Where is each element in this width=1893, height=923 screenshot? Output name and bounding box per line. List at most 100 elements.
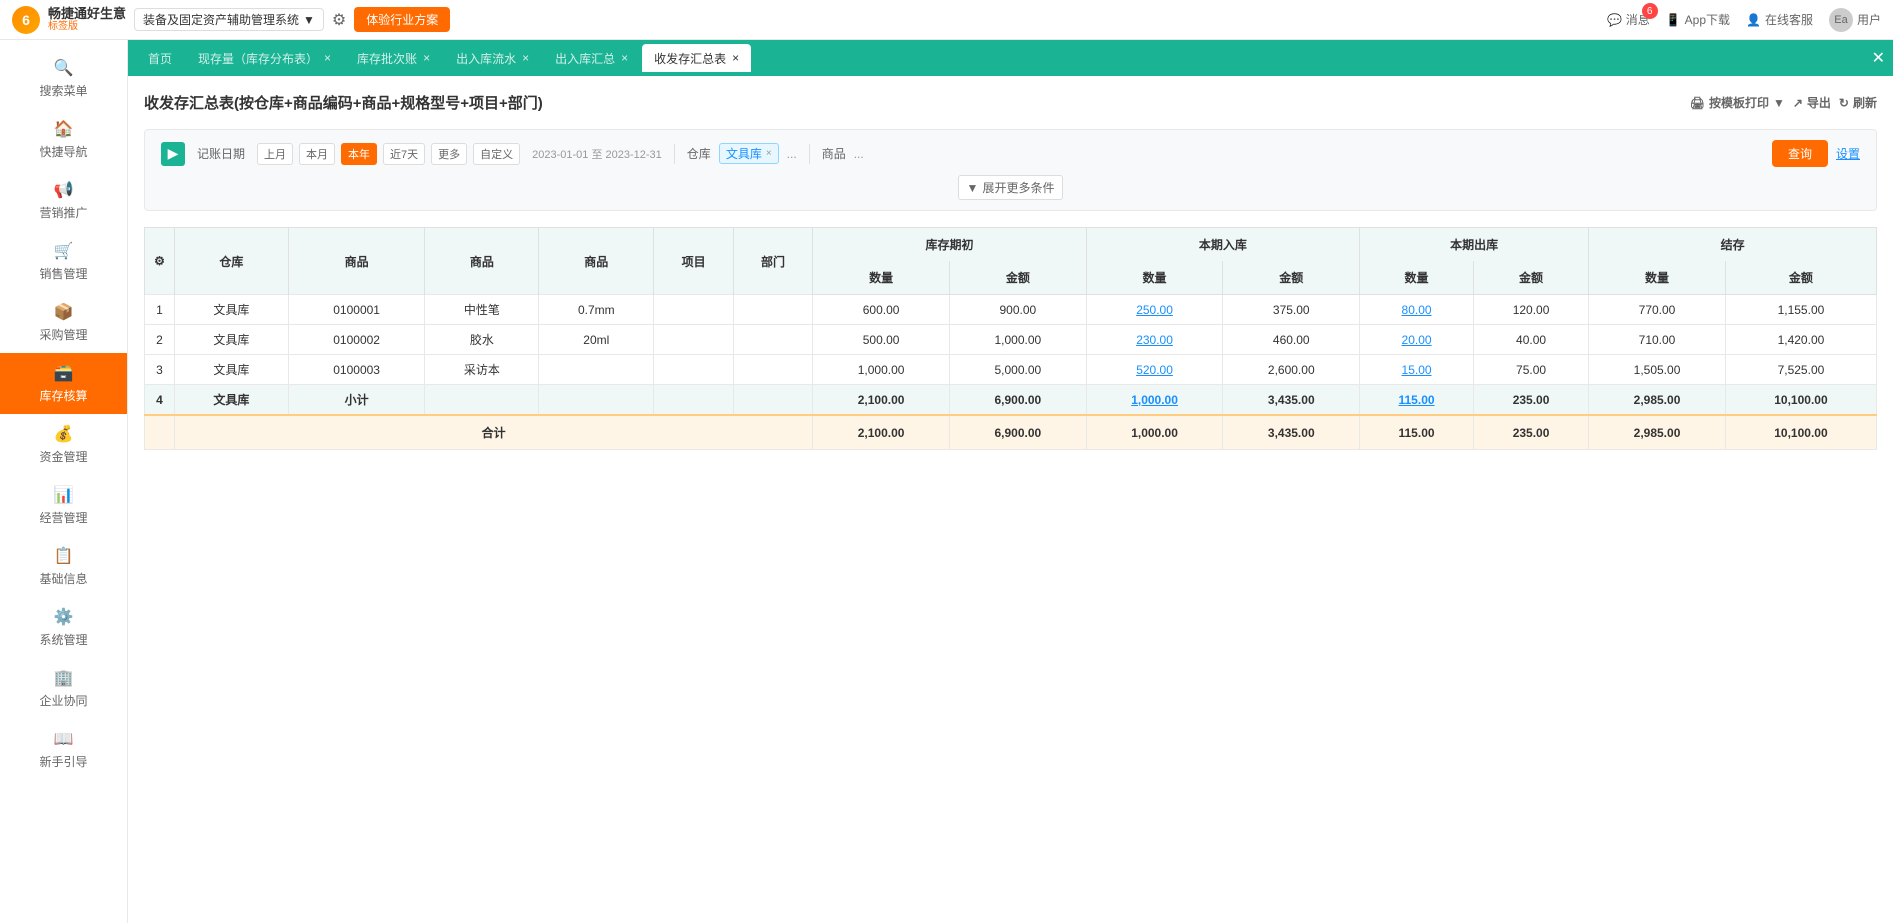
total-row: 合计 2,100.00 6,900.00 1,000.00 3,435.00 1… xyxy=(145,415,1877,450)
sidebar-item-guide[interactable]: 📖 新手引导 xyxy=(0,719,127,780)
dropdown-arrow: ▼ xyxy=(1773,96,1785,110)
total-bal-qty: 2,985.00 xyxy=(1589,415,1726,450)
tab-receipt-summary[interactable]: 收发存汇总表 × xyxy=(642,44,751,72)
sidebar-item-basic-info[interactable]: 📋 基础信息 xyxy=(0,536,127,597)
row3-in-qty[interactable]: 520.00 xyxy=(1086,355,1223,385)
app-name: 畅捷通好生意 xyxy=(48,6,126,22)
tab-batch-ledger-close[interactable]: × xyxy=(423,52,430,64)
date-btn-this-year[interactable]: 本年 xyxy=(341,143,377,165)
warehouse-tag-close[interactable]: × xyxy=(766,148,772,159)
row3-out-qty-link[interactable]: 15.00 xyxy=(1402,363,1432,377)
row1-in-qty[interactable]: 250.00 xyxy=(1086,295,1223,325)
sidebar-item-operations[interactable]: 📊 经营管理 xyxy=(0,475,127,536)
print-label: 按模板打印 xyxy=(1709,94,1769,111)
user-area[interactable]: Ea 用户 xyxy=(1829,8,1881,32)
row2-out-amt: 40.00 xyxy=(1473,325,1588,355)
row3-warehouse: 文具库 xyxy=(175,355,289,385)
print-button[interactable]: 🖨 按模板打印 ▼ xyxy=(1690,94,1785,111)
row2-project xyxy=(654,325,733,355)
row1-in-amt: 375.00 xyxy=(1223,295,1360,325)
sidebar-label-inventory: 库存核算 xyxy=(39,387,87,404)
finance-icon: 💰 xyxy=(54,424,74,444)
subtotal-out-qty-link[interactable]: 115.00 xyxy=(1399,393,1435,407)
date-btn-custom[interactable]: 自定义 xyxy=(473,143,520,165)
home-icon: 🏠 xyxy=(54,119,74,139)
sidebar-item-marketing[interactable]: 📢 营销推广 xyxy=(0,170,127,231)
goods-label: 商品 xyxy=(822,145,846,162)
phone-icon: 📱 xyxy=(1666,13,1681,27)
row2-out-qty-link[interactable]: 20.00 xyxy=(1402,333,1432,347)
tab-inventory-dist[interactable]: 现存量（库存分布表） × xyxy=(186,44,343,72)
tab-inventory-dist-close[interactable]: × xyxy=(324,52,331,64)
export-icon: ↗ xyxy=(1793,96,1803,110)
subtotal-label: 小计 xyxy=(288,385,425,416)
sidebar-item-sales[interactable]: 🛒 销售管理 xyxy=(0,231,127,292)
subtotal-in-qty-link[interactable]: 1,000.00 xyxy=(1131,393,1178,407)
sidebar-item-search[interactable]: 🔍 搜索菜单 xyxy=(0,48,127,109)
date-btn-more[interactable]: 更多 xyxy=(431,143,467,165)
row3-bal-qty: 1,505.00 xyxy=(1589,355,1726,385)
tab-in-out-summary[interactable]: 出入库汇总 × xyxy=(543,44,640,72)
tab-receipt-summary-close[interactable]: × xyxy=(732,52,739,64)
bell-icon: 💬 xyxy=(1607,13,1622,27)
row1-goods-spec: 0.7mm xyxy=(539,295,654,325)
settings-link[interactable]: 设置 xyxy=(1836,145,1860,162)
page-content: 收发存汇总表(按仓库+商品编码+商品+规格型号+项目+部门) 🖨 按模板打印 ▼… xyxy=(128,76,1893,923)
tab-batch-ledger[interactable]: 库存批次账 × xyxy=(345,44,442,72)
row2-out-qty[interactable]: 20.00 xyxy=(1360,325,1474,355)
notification-area[interactable]: 💬 6 消息 xyxy=(1607,11,1649,28)
filter-toggle-btn[interactable]: ▶ xyxy=(161,142,185,166)
trial-button[interactable]: 体验行业方案 xyxy=(354,7,450,32)
row3-in-qty-link[interactable]: 520.00 xyxy=(1136,363,1173,377)
date-btn-this-month[interactable]: 本月 xyxy=(299,143,335,165)
system-selector[interactable]: 装备及固定资产辅助管理系统 ▼ xyxy=(134,8,324,31)
online-service[interactable]: 👤 在线客服 xyxy=(1746,11,1813,28)
refresh-button[interactable]: ↻ 刷新 xyxy=(1839,94,1877,111)
system-icon: ⚙️ xyxy=(54,607,74,627)
operations-icon: 📊 xyxy=(54,485,74,505)
total-empty xyxy=(145,415,175,450)
col-project-header: 项目 xyxy=(654,228,733,295)
sidebar-label-basic-info: 基础信息 xyxy=(39,570,87,587)
row1-out-qty[interactable]: 80.00 xyxy=(1360,295,1474,325)
export-label: 导出 xyxy=(1807,94,1831,111)
col-settings-header[interactable]: ⚙ xyxy=(145,228,175,295)
row3-out-qty[interactable]: 15.00 xyxy=(1360,355,1474,385)
sidebar-label-system: 系统管理 xyxy=(39,631,87,648)
tab-home[interactable]: 首页 xyxy=(136,44,184,72)
date-btn-last-month[interactable]: 上月 xyxy=(257,143,293,165)
sidebar-item-quick-nav[interactable]: 🏠 快捷导航 xyxy=(0,109,127,170)
expand-btn-label: 展开更多条件 xyxy=(982,179,1054,196)
subtotal-in-qty[interactable]: 1,000.00 xyxy=(1086,385,1223,416)
out-amt-header: 金额 xyxy=(1473,261,1588,295)
row2-in-qty-link[interactable]: 230.00 xyxy=(1136,333,1173,347)
subtotal-empty3 xyxy=(654,385,733,416)
subtotal-out-qty[interactable]: 115.00 xyxy=(1360,385,1474,416)
tab-in-out-summary-close[interactable]: × xyxy=(621,52,628,64)
tab-in-out-flow[interactable]: 出入库流水 × xyxy=(444,44,541,72)
query-button[interactable]: 查询 xyxy=(1772,140,1828,167)
date-btn-7days[interactable]: 近7天 xyxy=(383,143,425,165)
sidebar-label-marketing: 营销推广 xyxy=(39,204,87,221)
bal-amt-header: 金额 xyxy=(1725,261,1876,295)
goods-more-btn[interactable]: ... xyxy=(854,147,864,161)
sales-icon: 🛒 xyxy=(54,241,74,261)
expand-conditions-btn[interactable]: ▼ 展开更多条件 xyxy=(958,175,1064,200)
sidebar-item-inventory[interactable]: 🗃️ 库存核算 xyxy=(0,353,127,414)
export-button[interactable]: ↗ 导出 xyxy=(1793,94,1831,111)
row1-department xyxy=(733,295,812,325)
sidebar-item-enterprise[interactable]: 🏢 企业协同 xyxy=(0,658,127,719)
row2-in-qty[interactable]: 230.00 xyxy=(1086,325,1223,355)
gear-icon[interactable]: ⚙ xyxy=(332,10,346,30)
warehouse-more-btn[interactable]: ... xyxy=(787,147,797,161)
sidebar-item-purchase[interactable]: 📦 采购管理 xyxy=(0,292,127,353)
refresh-label: 刷新 xyxy=(1853,94,1877,111)
row1-out-qty-link[interactable]: 80.00 xyxy=(1402,303,1432,317)
tab-in-out-flow-close[interactable]: × xyxy=(522,52,529,64)
sidebar-item-system[interactable]: ⚙️ 系统管理 xyxy=(0,597,127,658)
sidebar-item-finance[interactable]: 💰 资金管理 xyxy=(0,414,127,475)
app-download[interactable]: 📱 App下载 xyxy=(1666,11,1730,28)
table-row: 2 文具库 0100002 胶水 20ml 500.00 1,000.00 23… xyxy=(145,325,1877,355)
row1-in-qty-link[interactable]: 250.00 xyxy=(1136,303,1173,317)
tab-bar-close-btn[interactable]: ✕ xyxy=(1872,48,1885,68)
